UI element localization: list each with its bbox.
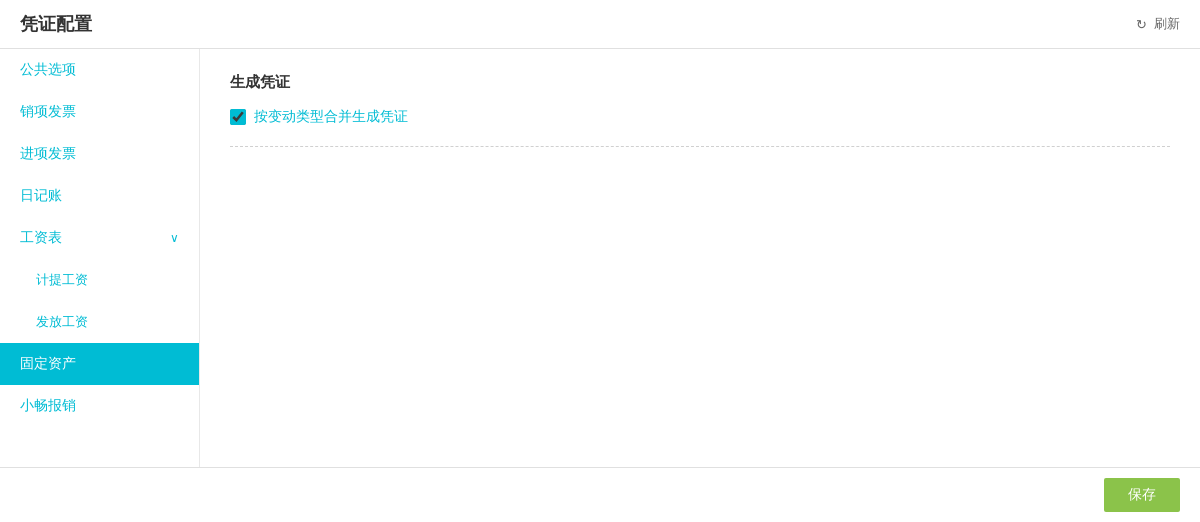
sidebar-item-expense-report[interactable]: 小畅报销 — [0, 385, 199, 427]
save-button[interactable]: 保存 — [1104, 478, 1180, 512]
merge-voucher-checkbox[interactable] — [230, 109, 246, 125]
sidebar-item-journal[interactable]: 日记账 — [0, 175, 199, 217]
sidebar-item-fixed-assets[interactable]: 固定资产 — [0, 343, 199, 385]
refresh-icon: ↻ — [1136, 17, 1150, 31]
page-title: 凭证配置 — [20, 12, 92, 36]
main-content: 公共选项销项发票进项发票日记账工资表 ∨ 计提工资发放工资固定资产小畅报销 生成凭证… — [0, 49, 1200, 467]
sidebar-item-payroll-table[interactable]: 工资表 ∨ — [0, 217, 199, 259]
sidebar-item-pay-wages[interactable]: 发放工资 — [0, 301, 199, 343]
sidebar-item-label: 计提工资 — [36, 271, 88, 289]
header: 凭证配置 ↻ 刷新 — [0, 0, 1200, 49]
section-title: 生成凭证 — [230, 73, 1170, 92]
sidebar-item-sales-invoice[interactable]: 销项发票 — [0, 91, 199, 133]
sidebar-item-label: 公共选项 — [20, 61, 76, 79]
sidebar-item-label: 进项发票 — [20, 145, 76, 163]
sidebar-item-label: 销项发票 — [20, 103, 76, 121]
refresh-label: 刷新 — [1154, 15, 1180, 33]
checkbox-row: 按变动类型合并生成凭证 — [230, 108, 1170, 126]
sidebar-item-label: 发放工资 — [36, 313, 88, 331]
sidebar-item-purchase-invoice[interactable]: 进项发票 — [0, 133, 199, 175]
sidebar-item-label: 工资表 — [20, 229, 62, 247]
sidebar-item-public-options[interactable]: 公共选项 — [0, 49, 199, 91]
sidebar-item-label: 固定资产 — [20, 355, 76, 373]
merge-voucher-label[interactable]: 按变动类型合并生成凭证 — [254, 108, 408, 126]
page-container: 凭证配置 ↻ 刷新 公共选项销项发票进项发票日记账工资表 ∨ 计提工资发放工资固定资… — [0, 0, 1200, 522]
chevron-down-icon: ∨ — [170, 231, 179, 245]
sidebar-item-label: 小畅报销 — [20, 397, 76, 415]
divider — [230, 146, 1170, 147]
sidebar-item-label: 日记账 — [20, 187, 62, 205]
refresh-button[interactable]: ↻ 刷新 — [1136, 15, 1180, 33]
content-area: 生成凭证 按变动类型合并生成凭证 — [200, 49, 1200, 467]
sidebar-item-accrued-wages[interactable]: 计提工资 — [0, 259, 199, 301]
sidebar: 公共选项销项发票进项发票日记账工资表 ∨ 计提工资发放工资固定资产小畅报销 — [0, 49, 200, 467]
footer: 保存 — [0, 467, 1200, 522]
